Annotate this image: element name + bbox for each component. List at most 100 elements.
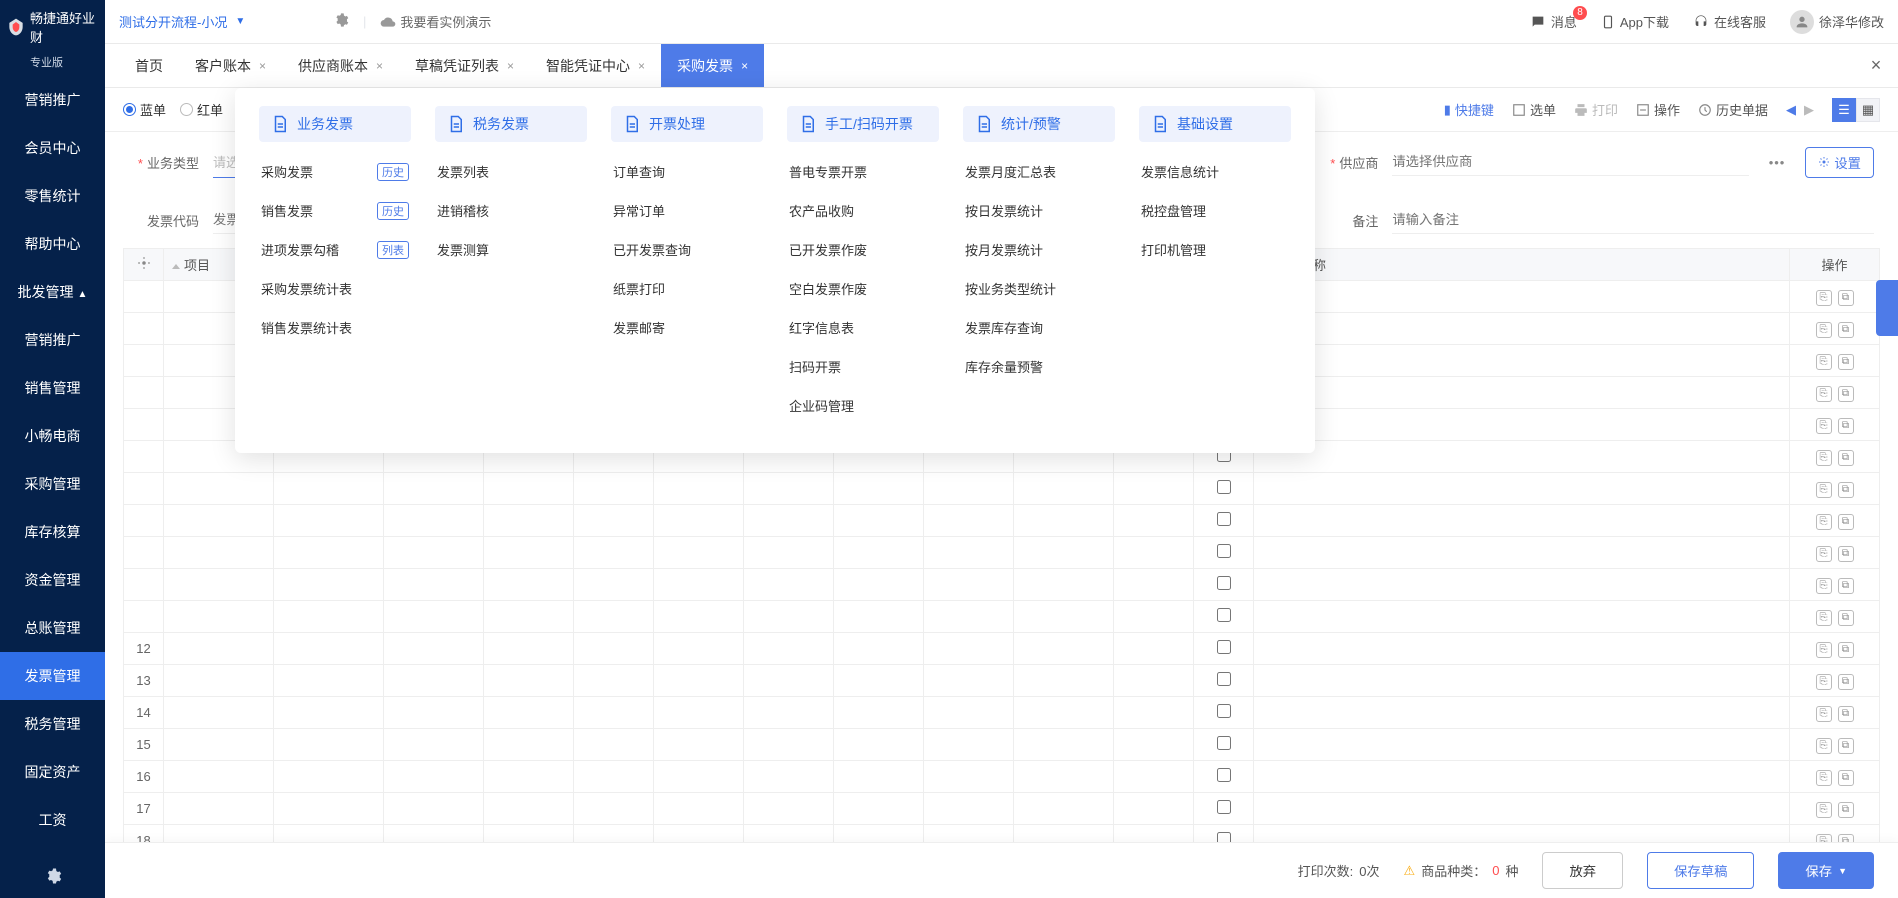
customer-service[interactable]: 在线客服 [1693,12,1766,31]
copy-icon[interactable]: ⎘ [1816,418,1832,434]
mega-tag[interactable]: 历史 [377,202,409,220]
row-gift-checkbox[interactable] [1217,736,1231,750]
duplicate-icon[interactable]: ⧉ [1838,418,1854,434]
supplier-input[interactable] [1392,148,1748,176]
duplicate-icon[interactable]: ⧉ [1838,802,1854,818]
row-gift-checkbox[interactable] [1217,640,1231,654]
flow-settings[interactable] [333,12,349,31]
duplicate-icon[interactable]: ⧉ [1838,610,1854,626]
sidebar-item[interactable]: 发票管理 [0,652,105,700]
mega-item[interactable]: 发票库存查询 [963,308,1115,347]
table-row[interactable]: 13⎘⧉ [124,665,1880,697]
sidebar-item[interactable]: 税务管理 [0,700,105,748]
copy-icon[interactable]: ⎘ [1816,386,1832,402]
remark-input[interactable] [1392,206,1874,234]
mega-item[interactable]: 采购发票历史 [259,152,411,191]
mega-item[interactable]: 已开发票查询 [611,230,763,269]
messages[interactable]: 消息 8 [1530,12,1577,31]
close-icon[interactable]: × [638,59,645,73]
mega-item[interactable]: 打印机管理 [1139,230,1291,269]
sidebar-item[interactable]: 采购管理 [0,460,105,508]
duplicate-icon[interactable]: ⧉ [1838,514,1854,530]
mega-item[interactable]: 普电专票开票 [787,152,939,191]
view-grid[interactable]: ▦ [1856,98,1880,122]
row-gift-checkbox[interactable] [1217,576,1231,590]
app-download[interactable]: App下载 [1601,12,1669,31]
mega-item[interactable]: 按日发票统计 [963,191,1115,230]
copy-icon[interactable]: ⎘ [1816,322,1832,338]
copy-icon[interactable]: ⎘ [1816,546,1832,562]
sidebar-item[interactable]: 库存核算 [0,508,105,556]
table-row[interactable]: 12⎘⧉ [124,633,1880,665]
sidebar-item[interactable]: 营销推广 [0,76,105,124]
tab[interactable]: 草稿凭证列表× [399,44,530,87]
radio-blue[interactable]: 蓝单 [123,100,166,119]
sidebar-item[interactable]: 小畅电商 [0,412,105,460]
row-gift-checkbox[interactable] [1217,544,1231,558]
duplicate-icon[interactable]: ⧉ [1838,674,1854,690]
duplicate-icon[interactable]: ⧉ [1838,738,1854,754]
mega-item[interactable]: 进销稽核 [435,191,587,230]
demo-link[interactable]: 我要看实例演示 [380,12,491,31]
row-gift-checkbox[interactable] [1217,768,1231,782]
sidebar-item[interactable]: 工资 [0,796,105,844]
mega-item[interactable]: 库存余量预警 [963,347,1115,386]
close-icon[interactable]: × [376,59,383,73]
copy-icon[interactable]: ⎘ [1816,674,1832,690]
mega-item[interactable]: 发票邮寄 [611,308,763,347]
col-acct[interactable]: 辅主名称 [1254,249,1790,281]
table-row[interactable]: ⎘⧉ [124,569,1880,601]
duplicate-icon[interactable]: ⧉ [1838,834,1854,843]
duplicate-icon[interactable]: ⧉ [1838,546,1854,562]
sidebar-item[interactable]: 批发管理▲ [0,268,105,316]
mega-item[interactable]: 采购发票统计表 [259,269,411,308]
mega-item[interactable]: 异常订单 [611,191,763,230]
sidebar-item[interactable]: 智能管理 [0,844,105,857]
user-menu[interactable]: 徐泽华修改 [1790,10,1884,34]
sidebar-item[interactable]: 总账管理 [0,604,105,652]
copy-icon[interactable]: ⎘ [1816,642,1832,658]
mega-item[interactable]: 农产品收购 [787,191,939,230]
tab[interactable]: 首页 [119,44,179,87]
tab[interactable]: 智能凭证中心× [530,44,661,87]
duplicate-icon[interactable]: ⧉ [1838,706,1854,722]
duplicate-icon[interactable]: ⧉ [1838,770,1854,786]
duplicate-icon[interactable]: ⧉ [1838,642,1854,658]
next-button[interactable]: ▶ [1804,102,1814,118]
print-button[interactable]: 打印 [1574,100,1618,119]
action-button[interactable]: 操作 [1636,100,1680,119]
mega-item[interactable]: 已开发票作废 [787,230,939,269]
table-row[interactable]: 17⎘⧉ [124,793,1880,825]
copy-icon[interactable]: ⎘ [1816,354,1832,370]
select-button[interactable]: 选单 [1512,100,1556,119]
row-gift-checkbox[interactable] [1217,672,1231,686]
prev-button[interactable]: ◀ [1786,102,1796,118]
table-row[interactable]: 18⎘⧉ [124,825,1880,843]
mega-item[interactable]: 订单查询 [611,152,763,191]
copy-icon[interactable]: ⎘ [1816,834,1832,843]
table-row[interactable]: ⎘⧉ [124,505,1880,537]
quick-action-tab[interactable] [1876,280,1898,336]
history-button[interactable]: 历史单据 [1698,100,1768,119]
copy-icon[interactable]: ⎘ [1816,514,1832,530]
row-gift-checkbox[interactable] [1217,480,1231,494]
copy-icon[interactable]: ⎘ [1816,450,1832,466]
discard-button[interactable]: 放弃 [1542,852,1623,889]
mega-item[interactable]: 纸票打印 [611,269,763,308]
sidebar-item[interactable]: 会员中心 [0,124,105,172]
tab[interactable]: 客户账本× [179,44,282,87]
close-icon[interactable]: × [259,59,266,73]
col-settings[interactable] [124,249,164,281]
mega-item[interactable]: 发票列表 [435,152,587,191]
copy-icon[interactable]: ⎘ [1816,770,1832,786]
close-icon[interactable]: × [741,59,748,73]
duplicate-icon[interactable]: ⧉ [1838,482,1854,498]
close-icon[interactable]: × [507,59,514,73]
mega-item[interactable]: 红字信息表 [787,308,939,347]
mega-item[interactable]: 空白发票作废 [787,269,939,308]
radio-red[interactable]: 红单 [180,100,223,119]
sidebar-item[interactable]: 固定资产 [0,748,105,796]
mega-item[interactable]: 扫码开票 [787,347,939,386]
mega-item[interactable]: 发票信息统计 [1139,152,1291,191]
table-row[interactable]: 16⎘⧉ [124,761,1880,793]
